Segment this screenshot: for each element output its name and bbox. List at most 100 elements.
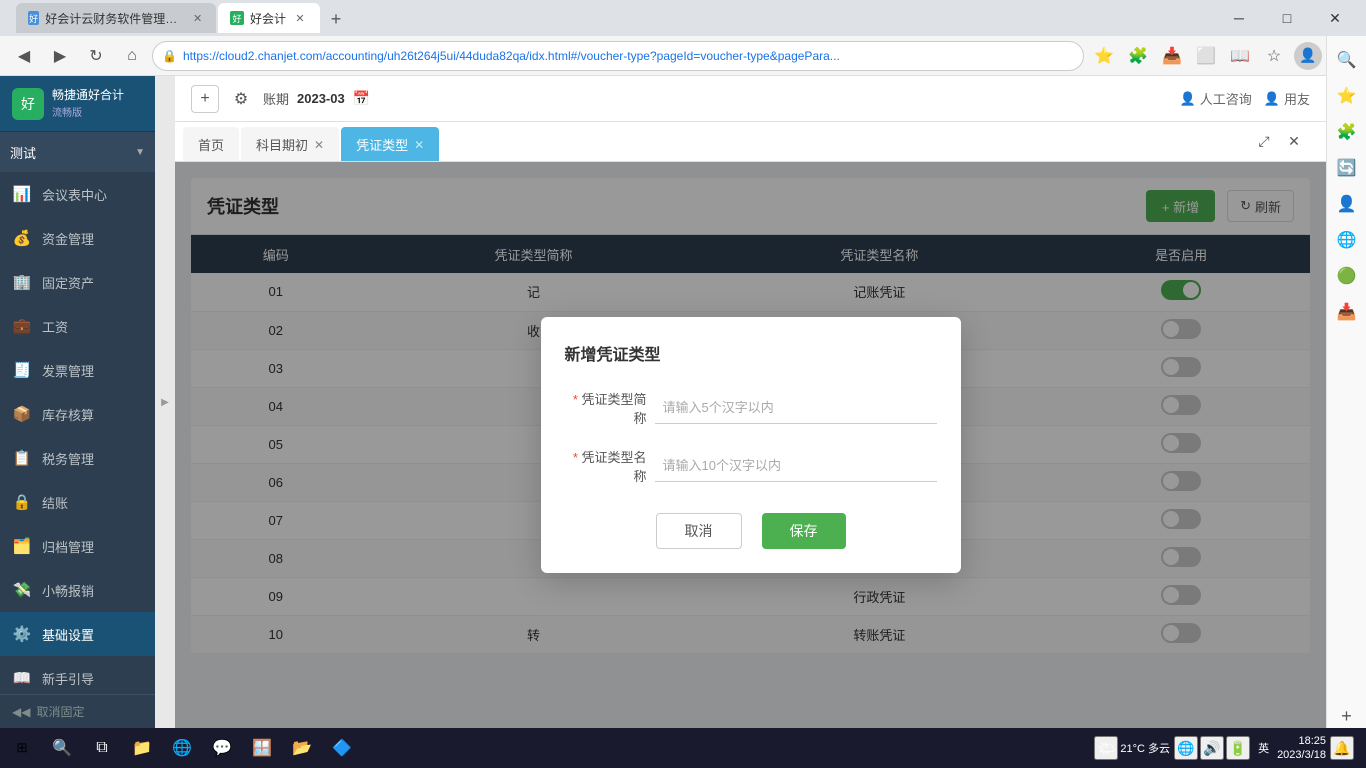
taskbar-search[interactable]: 🔍 <box>44 731 80 765</box>
taskbar-volume-icon[interactable]: 🔊 <box>1200 736 1224 760</box>
immersive-reader-button[interactable]: 📖 <box>1224 40 1256 72</box>
close-button[interactable]: ✕ <box>1312 2 1358 34</box>
taskbar-weather-text: 21°C 多云 <box>1120 740 1170 756</box>
side-collections-button[interactable]: 🧩 <box>1331 116 1363 148</box>
browser-title-bar: 好 好会计云财务软件管理系统_会计 ✕ 好 好会计 ✕ + ─ □ ✕ <box>0 0 1366 36</box>
side-download-button[interactable]: 📥 <box>1331 296 1363 328</box>
consult-button[interactable]: 👤 人工咨询 <box>1180 89 1252 108</box>
new-voucher-modal: 新增凭证类型 凭证类型简称 凭证类型名称 取消 保 <box>541 317 961 573</box>
folder-icon: 📂 <box>292 738 312 758</box>
tab-voucher-type[interactable]: 凭证类型 ✕ <box>341 127 439 161</box>
taskbar-windows-store[interactable]: 🪟 <box>244 731 280 765</box>
save-button[interactable]: 保存 <box>762 513 846 549</box>
sidebar-item-guide[interactable]: 📖 新手引导 <box>0 656 155 694</box>
sidebar-item-assets[interactable]: 🏢 固定资产 <box>0 260 155 304</box>
company-settings-button[interactable]: ⚙ <box>227 85 255 113</box>
url-input[interactable] <box>152 41 1084 71</box>
taskbar-folder[interactable]: 📂 <box>284 731 320 765</box>
sidebar-item-funds[interactable]: 💰 资金管理 <box>0 216 155 260</box>
cancel-button[interactable]: 取消 <box>656 513 742 549</box>
tab1-close[interactable]: ✕ <box>191 10 204 26</box>
home-button[interactable]: ⌂ <box>116 40 148 72</box>
sidebar-label-inventory: 库存核算 <box>42 405 94 424</box>
extensions-button[interactable]: 🧩 <box>1122 40 1154 72</box>
side-profile-button[interactable]: 👤 <box>1331 188 1363 220</box>
top-bar: + ⚙ 账期 2023-03 📅 👤 人工咨询 👤 用友 <box>175 76 1326 122</box>
company-selector[interactable]: 测试 ▼ <box>0 132 155 172</box>
browser-tab-1[interactable]: 好 好会计云财务软件管理系统_会计 ✕ <box>16 3 216 33</box>
sidebar-item-dashboard[interactable]: 📊 会议表中心 <box>0 172 155 216</box>
taskbar-edge[interactable]: 🔷 <box>324 731 360 765</box>
user-button[interactable]: 👤 用友 <box>1264 89 1310 108</box>
save-label: 保存 <box>790 523 818 539</box>
sidebar-item-inventory[interactable]: 📦 库存核算 <box>0 392 155 436</box>
taskbar-weather-icon[interactable]: 🌤 <box>1094 736 1118 760</box>
url-bar-wrap: 🔒 <box>152 41 1084 71</box>
taskbar-file-explorer[interactable]: 📁 <box>124 731 160 765</box>
new-tab-button[interactable]: + <box>322 5 350 33</box>
short-label: 凭证类型简称 <box>565 389 655 427</box>
split-view-button[interactable]: ⬜ <box>1190 40 1222 72</box>
user-label: 用友 <box>1284 89 1310 108</box>
browser-profile[interactable]: 👤 <box>1292 40 1324 72</box>
add-favorites-button[interactable]: ☆ <box>1258 40 1290 72</box>
side-expand-bar[interactable]: ▶ <box>155 76 175 728</box>
collections-button[interactable]: 📥 <box>1156 40 1188 72</box>
notification-bell-icon[interactable]: 🔔 <box>1330 736 1354 760</box>
side-sync-button[interactable]: 🔄 <box>1331 152 1363 184</box>
taskbar-clock[interactable]: 18:25 2023/3/18 <box>1277 734 1326 763</box>
wechat-icon: 💬 <box>212 738 232 758</box>
tab2-favicon: 好 <box>230 11 244 25</box>
maximize-tab-button[interactable]: ⤢ <box>1252 130 1276 154</box>
payroll-icon: 💼 <box>12 316 32 336</box>
sidebar-footer[interactable]: ◀◀ 取消固定 <box>0 694 155 728</box>
side-apps-button[interactable]: 🟢 <box>1331 260 1363 292</box>
name-input[interactable] <box>655 450 937 482</box>
tab-home[interactable]: 首页 <box>183 127 239 161</box>
start-button[interactable]: ⊞ <box>4 730 40 766</box>
taskbar-network-icon[interactable]: 🌐 <box>1174 736 1198 760</box>
side-search-button[interactable]: 🔍 <box>1331 44 1363 76</box>
sidebar-item-payroll[interactable]: 💼 工资 <box>0 304 155 348</box>
taskbar-chrome[interactable]: 🌐 <box>164 731 200 765</box>
sidebar-item-settings[interactable]: ⚙️ 基础设置 <box>0 612 155 656</box>
logo-icon: 好 <box>12 88 44 120</box>
name-label: 凭证类型名称 <box>565 447 655 485</box>
sidebar-label-guide: 新手引导 <box>42 669 94 688</box>
add-company-button[interactable]: + <box>191 85 219 113</box>
consult-icon: 👤 <box>1180 91 1196 107</box>
logo-sub: 流畅版 <box>52 104 124 119</box>
close-all-tabs-button[interactable]: ✕ <box>1282 130 1306 154</box>
sidebar-item-tax[interactable]: 📋 税务管理 <box>0 436 155 480</box>
short-input[interactable] <box>655 392 937 424</box>
search-icon: 🔍 <box>52 738 72 758</box>
company-name: 测试 <box>10 143 36 162</box>
sidebar-item-invoice[interactable]: 🧾 发票管理 <box>0 348 155 392</box>
taskbar-task-view[interactable]: ⧉ <box>84 731 120 765</box>
refresh-button[interactable]: ↻ <box>80 40 112 72</box>
funds-icon: 💰 <box>12 228 32 248</box>
tab-subjects-close[interactable]: ✕ <box>314 138 324 152</box>
taskbar-battery-icon[interactable]: 🔋 <box>1226 736 1250 760</box>
guide-icon: 📖 <box>12 668 32 688</box>
taskbar-wechat[interactable]: 💬 <box>204 731 240 765</box>
forward-button[interactable]: ▶ <box>44 40 76 72</box>
tab-subjects[interactable]: 科目期初 ✕ <box>241 127 339 161</box>
maximize-button[interactable]: □ <box>1264 2 1310 34</box>
sidebar-item-close[interactable]: 🔒 结账 <box>0 480 155 524</box>
side-favorites-button[interactable]: ⭐ <box>1331 80 1363 112</box>
browser-tab-2[interactable]: 好 好会计 ✕ <box>218 3 320 33</box>
minimize-button[interactable]: ─ <box>1216 2 1262 34</box>
tab2-close[interactable]: ✕ <box>292 10 308 26</box>
tab1-title: 好会计云财务软件管理系统_会计 <box>45 10 185 27</box>
tab-voucher-close[interactable]: ✕ <box>414 138 424 152</box>
user-avatar-icon: 👤 <box>1264 91 1280 107</box>
favorites-button[interactable]: ⭐ <box>1088 40 1120 72</box>
back-button[interactable]: ◀ <box>8 40 40 72</box>
tax-icon: 📋 <box>12 448 32 468</box>
side-color-button[interactable]: 🌐 <box>1331 224 1363 256</box>
unpin-label: 取消固定 <box>36 703 84 720</box>
sidebar-item-archive[interactable]: 🗂️ 归档管理 <box>0 524 155 568</box>
period-calendar-icon[interactable]: 📅 <box>353 90 370 107</box>
sidebar-item-expense[interactable]: 💸 小畅报销 <box>0 568 155 612</box>
